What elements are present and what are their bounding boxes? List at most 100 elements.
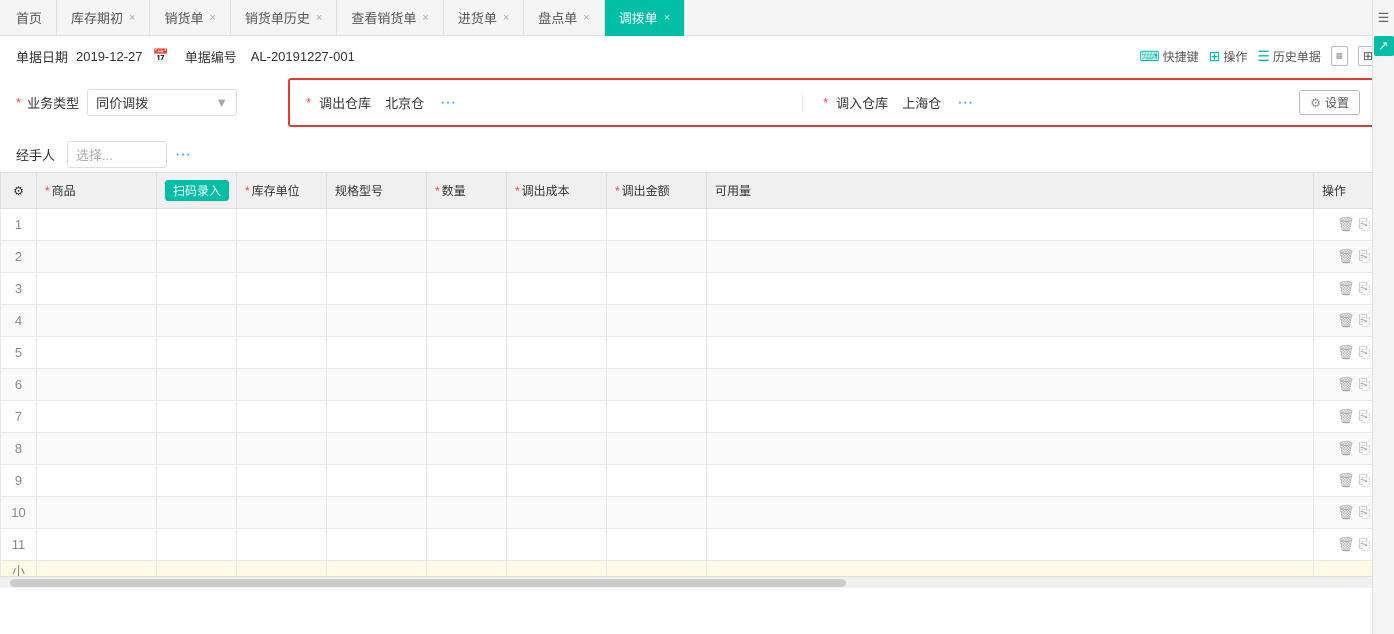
scrollbar-thumb[interactable] [10, 579, 846, 587]
col-gear[interactable]: ⚙ [1, 173, 37, 209]
row-amount[interactable] [607, 305, 707, 337]
copy-icon[interactable]: ⎘ [1359, 248, 1370, 264]
row-unit[interactable] [237, 273, 327, 305]
delete-icon[interactable]: 🗑 [1337, 280, 1355, 296]
row-cost[interactable] [507, 337, 607, 369]
tab-home[interactable]: 首页 [0, 0, 57, 36]
row-cost[interactable] [507, 305, 607, 337]
row-cost[interactable] [507, 465, 607, 497]
row-product[interactable] [37, 465, 157, 497]
row-unit[interactable] [237, 529, 327, 561]
delete-icon[interactable]: 🗑 [1337, 248, 1355, 264]
row-unit[interactable] [237, 241, 327, 273]
row-product[interactable] [37, 529, 157, 561]
row-spec[interactable] [327, 241, 427, 273]
handler-select[interactable]: 选择... [67, 141, 167, 168]
tab-transfer[interactable]: 调拨单 × [605, 0, 685, 36]
row-cost[interactable] [507, 401, 607, 433]
row-qty[interactable] [427, 465, 507, 497]
row-qty[interactable] [427, 305, 507, 337]
row-product[interactable] [37, 241, 157, 273]
row-spec[interactable] [327, 529, 427, 561]
row-spec[interactable] [327, 369, 427, 401]
row-unit[interactable] [237, 369, 327, 401]
row-spec[interactable] [327, 209, 427, 241]
history-button[interactable]: ☰ 历史单据 [1257, 48, 1321, 65]
row-cost[interactable] [507, 369, 607, 401]
copy-icon[interactable]: ⎘ [1359, 536, 1370, 552]
tab-inventory-check[interactable]: 盘点单 × [524, 0, 604, 36]
row-unit[interactable] [237, 305, 327, 337]
horizontal-scrollbar[interactable] [0, 576, 1394, 588]
tab-view-sales[interactable]: 查看销货单 × [337, 0, 443, 36]
delete-icon[interactable]: 🗑 [1337, 312, 1355, 328]
row-qty[interactable] [427, 529, 507, 561]
copy-icon[interactable]: ⎘ [1359, 440, 1370, 456]
operations-button[interactable]: ⊞ 操作 [1209, 48, 1248, 65]
list-view-button[interactable]: ≡ [1331, 46, 1348, 66]
scan-button[interactable]: 扫码录入 [165, 180, 229, 201]
row-spec[interactable] [327, 273, 427, 305]
row-product[interactable] [37, 209, 157, 241]
row-cost[interactable] [507, 273, 607, 305]
warehouse-out-more[interactable]: ··· [440, 94, 456, 112]
tab-inventory-check-close[interactable]: × [583, 12, 589, 24]
handler-more[interactable]: ··· [175, 146, 191, 164]
copy-icon[interactable]: ⎘ [1359, 312, 1370, 328]
row-product[interactable] [37, 369, 157, 401]
row-amount[interactable] [607, 433, 707, 465]
row-amount[interactable] [607, 465, 707, 497]
tab-purchase-close[interactable]: × [503, 12, 509, 24]
delete-icon[interactable]: 🗑 [1337, 504, 1355, 520]
row-spec[interactable] [327, 401, 427, 433]
copy-icon[interactable]: ⎘ [1359, 376, 1370, 392]
row-product[interactable] [37, 337, 157, 369]
row-cost[interactable] [507, 433, 607, 465]
delete-icon[interactable]: 🗑 [1337, 536, 1355, 552]
row-spec[interactable] [327, 433, 427, 465]
row-cost[interactable] [507, 529, 607, 561]
row-qty[interactable] [427, 209, 507, 241]
business-type-select[interactable]: 同价调拨 ▼ [87, 89, 237, 116]
row-qty[interactable] [427, 337, 507, 369]
row-spec[interactable] [327, 465, 427, 497]
row-unit[interactable] [237, 209, 327, 241]
row-qty[interactable] [427, 241, 507, 273]
row-spec[interactable] [327, 337, 427, 369]
row-unit[interactable] [237, 497, 327, 529]
row-qty[interactable] [427, 433, 507, 465]
copy-icon[interactable]: ⎘ [1359, 504, 1370, 520]
row-qty[interactable] [427, 497, 507, 529]
row-amount[interactable] [607, 529, 707, 561]
row-unit[interactable] [237, 433, 327, 465]
row-amount[interactable] [607, 337, 707, 369]
row-qty[interactable] [427, 273, 507, 305]
row-product[interactable] [37, 273, 157, 305]
row-spec[interactable] [327, 305, 427, 337]
shortcuts-button[interactable]: ⌨ 快捷键 [1139, 48, 1198, 65]
col-scan[interactable]: 扫码录入 [157, 173, 237, 209]
row-qty[interactable] [427, 401, 507, 433]
row-amount[interactable] [607, 401, 707, 433]
tab-view-sales-close[interactable]: × [422, 12, 428, 24]
copy-icon[interactable]: ⎘ [1359, 280, 1370, 296]
row-unit[interactable] [237, 401, 327, 433]
delete-icon[interactable]: 🗑 [1337, 440, 1355, 456]
calendar-icon[interactable]: 📅 [153, 48, 169, 64]
side-export-icon[interactable]: ↗ [1374, 36, 1394, 56]
row-amount[interactable] [607, 273, 707, 305]
tab-sales-history-close[interactable]: × [316, 12, 322, 24]
delete-icon[interactable]: 🗑 [1337, 472, 1355, 488]
tab-sales-order[interactable]: 销货单 × [150, 0, 230, 36]
row-unit[interactable] [237, 337, 327, 369]
tab-transfer-close[interactable]: × [664, 12, 670, 24]
row-product[interactable] [37, 497, 157, 529]
row-product[interactable] [37, 305, 157, 337]
tab-inventory-init-close[interactable]: × [129, 12, 135, 24]
row-unit[interactable] [237, 465, 327, 497]
row-product[interactable] [37, 401, 157, 433]
side-notes-icon[interactable]: ☰ [1374, 8, 1394, 28]
tab-sales-history[interactable]: 销货单历史 × [231, 0, 337, 36]
row-qty[interactable] [427, 369, 507, 401]
delete-icon[interactable]: 🗑 [1337, 216, 1355, 232]
